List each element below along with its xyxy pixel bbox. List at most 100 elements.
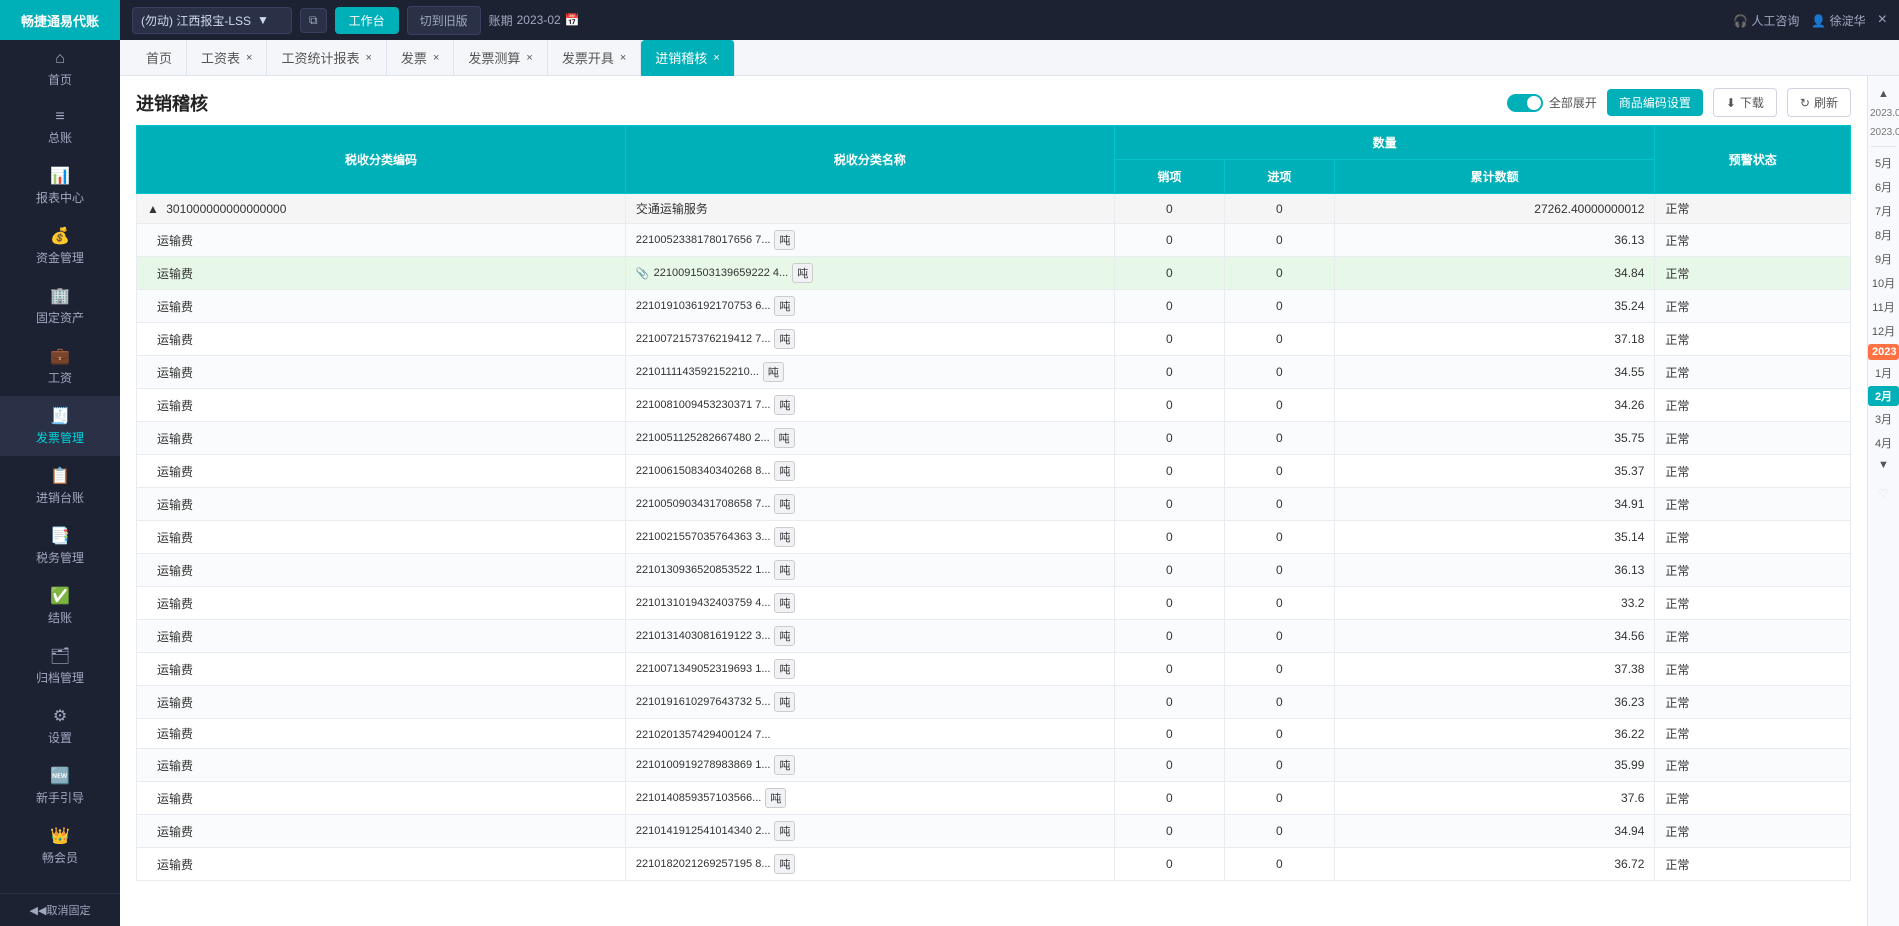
table-row: 运输费 2210141912541014340 2... 吨 0 0 34.94… [137, 815, 1851, 848]
sidebar-item-salary[interactable]: 💼 工资 [0, 336, 120, 396]
sidebar: 畅捷通易代账 ⌂ 首页 ≡ 总账 📊 报表中心 💰 资金管理 🏢 固定资产 💼 … [0, 0, 120, 926]
month-4[interactable]: 4月 [1868, 431, 1899, 455]
row-tax-code: 2210130936520853522 1... 吨 [625, 554, 1114, 587]
nav-down[interactable]: ▼ [1868, 455, 1899, 475]
sidebar-item-assets[interactable]: 🏢 固定资产 [0, 276, 120, 336]
table-row: 运输费 2210201357429400124 7... 0 0 36.22 正… [137, 719, 1851, 749]
collapse-icon[interactable]: ▲ [147, 202, 159, 216]
top-right: 🎧 人工咨询 👤 徐淀华 × [1733, 11, 1887, 29]
tab-salary[interactable]: 工资表 × [187, 40, 267, 76]
unpin-button[interactable]: ◀◀ 取消固定 [0, 893, 120, 926]
active-month[interactable]: 2月 [1868, 386, 1899, 406]
home-icon: ⌂ [55, 50, 65, 68]
unit-badge: 吨 [774, 461, 795, 481]
copy-button[interactable]: ⧉ [300, 8, 327, 33]
unit-badge: 吨 [774, 692, 795, 712]
purchase-ledger-icon: 📋 [50, 466, 70, 486]
row-tax-code: 2210061508340340268 8... 吨 [625, 455, 1114, 488]
tab-invoice-calc[interactable]: 发票测算 × [454, 40, 547, 76]
table-row: 运输费 2210021557035764363 3... 吨 0 0 35.14… [137, 521, 1851, 554]
unit-badge: 吨 [774, 527, 795, 547]
sidebar-item-tax[interactable]: 📑 税务管理 [0, 516, 120, 576]
row-name: 运输费 [137, 422, 626, 455]
year-2023-1[interactable]: 2023.02 [1868, 104, 1899, 123]
tab-invoice[interactable]: 发票 × [387, 40, 454, 76]
row-sales: 0 [1114, 620, 1224, 653]
tab-invoice-calc-close[interactable]: × [526, 52, 532, 64]
company-selector[interactable]: (勿动) 江西报宝-LSS ▼ [132, 7, 292, 34]
table-row: 运输费 2210140859357103566... 吨 0 0 37.6 正常 [137, 782, 1851, 815]
active-year[interactable]: 2023 [1868, 344, 1899, 360]
download-button[interactable]: ⬇ 下载 [1713, 88, 1777, 117]
tab-invoice-close[interactable]: × [433, 52, 439, 64]
row-cumulative: 35.99 [1334, 749, 1655, 782]
month-3[interactable]: 3月 [1868, 407, 1899, 431]
row-cumulative: 35.75 [1334, 422, 1655, 455]
tab-invoice-open[interactable]: 发票开具 × [548, 40, 641, 76]
sidebar-item-member[interactable]: 👑 畅会员 [0, 816, 120, 876]
tab-purchase-sales[interactable]: 进销稽核 × [641, 40, 734, 76]
month-5[interactable]: 5月 [1868, 151, 1899, 175]
month-12[interactable]: 12月 [1868, 319, 1899, 343]
row-sales: 0 [1114, 653, 1224, 686]
sidebar-item-label: 工资 [48, 369, 72, 386]
month-7[interactable]: 7月 [1868, 199, 1899, 223]
month-11[interactable]: 11月 [1868, 295, 1899, 319]
sidebar-item-reports[interactable]: 📊 报表中心 [0, 156, 120, 216]
sidebar-item-guide[interactable]: 🆕 新手引导 [0, 756, 120, 816]
support-label[interactable]: 🎧 人工咨询 [1733, 12, 1799, 29]
row-cumulative: 35.14 [1334, 521, 1655, 554]
month-1[interactable]: 1月 [1868, 361, 1899, 385]
row-name: 运输费 [137, 782, 626, 815]
month-10[interactable]: 10月 [1868, 271, 1899, 295]
row-tax-code: 2210201357429400124 7... [625, 719, 1114, 749]
right-panel: ▲ 2023.02 2023.02 5月 6月 7月 8月 9月 10月 11月… [1867, 76, 1899, 926]
tab-salary-stats[interactable]: 工资统计报表 × [267, 40, 386, 76]
row-tax-code: 2210141912541014340 2... 吨 [625, 815, 1114, 848]
tab-home[interactable]: 首页 [132, 40, 187, 76]
sidebar-item-purchase-ledger[interactable]: 📋 进销台账 [0, 456, 120, 516]
year-2023-2[interactable]: 2023.02 [1868, 123, 1899, 142]
close-button[interactable]: × [1878, 11, 1887, 29]
workbench-button[interactable]: 工作台 [335, 7, 399, 34]
sidebar-item-home[interactable]: ⌂ 首页 [0, 40, 120, 98]
sidebar-item-settings[interactable]: ⚙ 设置 [0, 696, 120, 756]
tab-purchase-sales-close[interactable]: × [713, 52, 719, 64]
unit-badge: 吨 [774, 560, 795, 580]
expand-toggle[interactable] [1507, 94, 1543, 112]
sidebar-item-ledger[interactable]: ≡ 总账 [0, 98, 120, 156]
refresh-button[interactable]: ↻ 刷新 [1787, 88, 1851, 117]
attachment-icon[interactable]: 📎 [636, 267, 650, 280]
divider-1 [1871, 146, 1896, 147]
sidebar-item-invoice-mgmt[interactable]: 🧾 发票管理 [0, 396, 120, 456]
user-info[interactable]: 👤 徐淀华 [1811, 12, 1865, 29]
unpin-icon: ◀◀ [30, 904, 47, 917]
month-9[interactable]: 9月 [1868, 247, 1899, 271]
sidebar-item-label: 归档管理 [36, 669, 84, 686]
col-tax-code: 税收分类编码 [137, 126, 626, 194]
tab-salary-close[interactable]: × [246, 52, 252, 64]
nav-up[interactable]: ▲ [1868, 84, 1899, 104]
row-status: 正常 [1655, 686, 1851, 719]
tab-salary-stats-close[interactable]: × [365, 52, 371, 64]
switch-version-button[interactable]: 切到旧版 [407, 6, 481, 35]
sidebar-item-archive[interactable]: 🗂 归档管理 [0, 636, 120, 696]
unit-badge: 吨 [774, 593, 795, 613]
tab-invoice-open-close[interactable]: × [620, 52, 626, 64]
month-8[interactable]: 8月 [1868, 223, 1899, 247]
sidebar-item-fund[interactable]: 💰 资金管理 [0, 216, 120, 276]
row-purchase: 0 [1224, 422, 1334, 455]
month-6[interactable]: 6月 [1868, 175, 1899, 199]
setting-button[interactable]: 商品编码设置 [1607, 89, 1703, 116]
row-tax-code: 2210051125282667480 2... 吨 [625, 422, 1114, 455]
sidebar-item-settle[interactable]: ✅ 结账 [0, 576, 120, 636]
row-purchase: 0 [1224, 323, 1334, 356]
unit-badge: 吨 [774, 494, 795, 514]
favorite-icon[interactable]: ♡ [1868, 483, 1899, 504]
row-sales: 0 [1114, 422, 1224, 455]
unit-badge: 吨 [774, 854, 795, 874]
row-purchase: 0 [1224, 356, 1334, 389]
row-status: 正常 [1655, 290, 1851, 323]
row-status: 正常 [1655, 356, 1851, 389]
calendar-icon[interactable]: 📅 [565, 13, 580, 27]
